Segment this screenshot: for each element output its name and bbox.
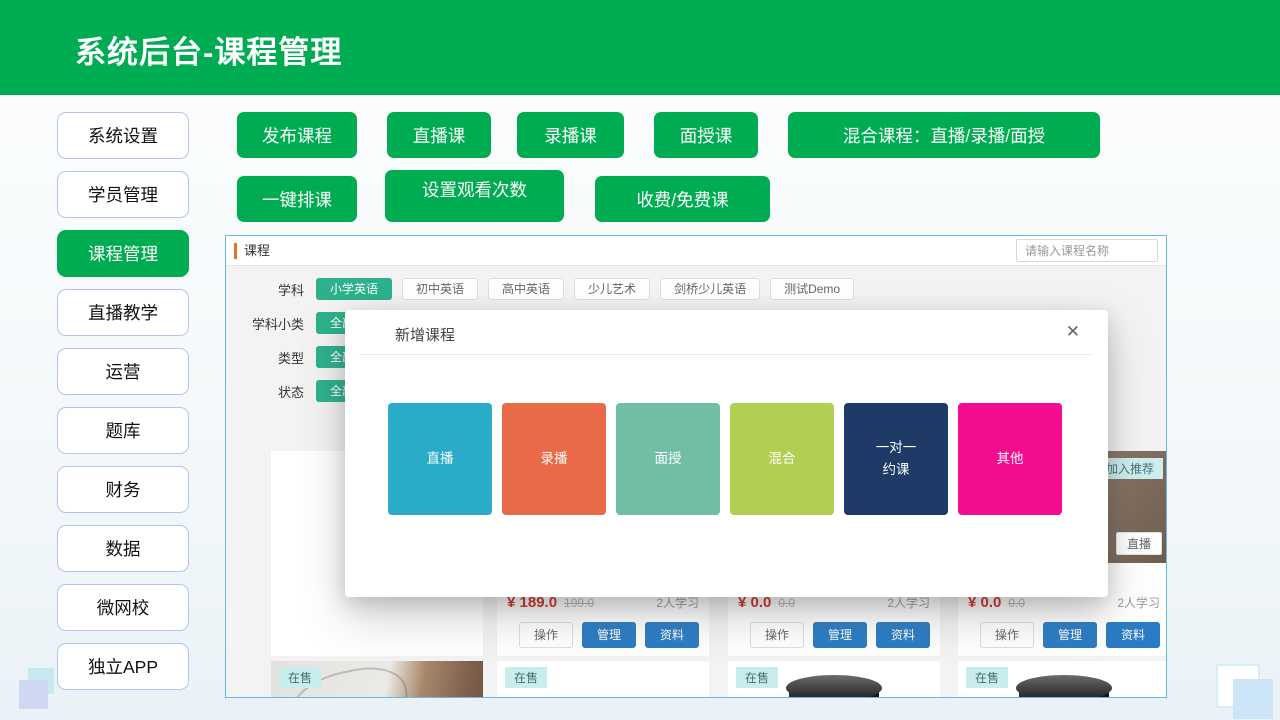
- filter-option-junior-english[interactable]: 初中英语: [402, 278, 478, 300]
- filter-option-test-demo[interactable]: 测试Demo: [770, 278, 854, 300]
- filter-option-senior-english[interactable]: 高中英语: [488, 278, 564, 300]
- sidebar-item-course-management[interactable]: 课程管理: [57, 230, 189, 277]
- filter-option-kids-art[interactable]: 少儿艺术: [574, 278, 650, 300]
- operate-button[interactable]: 操作: [980, 622, 1034, 648]
- filter-label: 类型: [226, 348, 304, 367]
- on-sale-badge: 在售: [966, 667, 1008, 688]
- manage-button[interactable]: 管理: [582, 622, 636, 648]
- new-course-modal: 新增课程 ✕ 直播 录播 面授 混合 一对一 约课 其他: [345, 310, 1108, 597]
- sidebar: 系统设置 学员管理 课程管理 直播教学 运营 题库 财务 数据 微网校 独立AP…: [57, 112, 189, 690]
- course-type-card-recorded[interactable]: 录播: [502, 403, 606, 515]
- course-card: 在售: [271, 661, 483, 698]
- feature-button-live-course[interactable]: 直播课: [387, 112, 491, 158]
- course-type-card-live[interactable]: 直播: [388, 403, 492, 515]
- feature-button-one-click-scheduling[interactable]: 一键排课: [237, 176, 357, 222]
- student-count: 2人学习: [1117, 594, 1160, 611]
- on-sale-badge: 在售: [736, 667, 778, 688]
- filter-row-subject: 学科 小学英语 初中英语 高中英语 少儿艺术 剑桥少儿英语 测试Demo: [226, 278, 1166, 300]
- manage-button[interactable]: 管理: [1043, 622, 1097, 648]
- operate-button[interactable]: 操作: [750, 622, 804, 648]
- operate-button[interactable]: 操作: [519, 622, 573, 648]
- page: 系统后台-课程管理 系统设置 学员管理 课程管理 直播教学 运营 题库 财务 数…: [0, 0, 1280, 720]
- filter-label: 状态: [226, 382, 304, 401]
- feature-button-paid-free-course[interactable]: 收费/免费课: [595, 176, 770, 222]
- modal-title: 新增课程: [395, 324, 455, 345]
- course-card: 在售 bridge English Qualifications: [497, 661, 709, 698]
- sidebar-item-question-bank[interactable]: 题库: [57, 407, 189, 454]
- course-card: 在售: [728, 661, 940, 698]
- feature-button-offline-course[interactable]: 面授课: [654, 112, 758, 158]
- course-search-input[interactable]: [1016, 239, 1158, 262]
- course-old-price: 0.0: [1008, 596, 1025, 610]
- material-button[interactable]: 资料: [876, 622, 930, 648]
- modal-divider: [359, 354, 1094, 355]
- course-type-card-other[interactable]: 其他: [958, 403, 1062, 515]
- material-button[interactable]: 资料: [645, 622, 699, 648]
- accent-bar: [234, 243, 237, 259]
- feature-button-mixed-course[interactable]: 混合课程：直播/录播/面授: [788, 112, 1100, 158]
- decoration-square: [1233, 679, 1273, 719]
- sidebar-item-live-teaching[interactable]: 直播教学: [57, 289, 189, 336]
- course-type-list: 直播 录播 面授 混合 一对一 约课 其他: [388, 403, 1062, 515]
- on-sale-badge: 在售: [505, 667, 547, 688]
- course-card: 在售: [958, 661, 1167, 698]
- filter-option-cambridge-kids-english[interactable]: 剑桥少儿英语: [660, 278, 760, 300]
- close-icon[interactable]: ✕: [1066, 322, 1080, 342]
- sidebar-item-standalone-app[interactable]: 独立APP: [57, 643, 189, 690]
- product-image: [786, 675, 882, 698]
- filter-option-primary-english[interactable]: 小学英语: [316, 278, 392, 300]
- filter-label: 学科: [226, 280, 304, 299]
- course-type-card-offline[interactable]: 面授: [616, 403, 720, 515]
- panel-header: 课程: [226, 236, 1166, 266]
- panel-title: 课程: [244, 236, 270, 266]
- course-old-price: 0.0: [778, 596, 795, 610]
- feature-button-recorded-course[interactable]: 录播课: [517, 112, 624, 158]
- manage-button[interactable]: 管理: [813, 622, 867, 648]
- course-type-card-one-on-one[interactable]: 一对一 约课: [844, 403, 948, 515]
- sidebar-item-student-management[interactable]: 学员管理: [57, 171, 189, 218]
- sidebar-item-micro-school[interactable]: 微网校: [57, 584, 189, 631]
- page-header: 系统后台-课程管理: [0, 0, 1280, 95]
- feature-button-view-count-setting[interactable]: 设置观看次数: [385, 170, 564, 222]
- page-title: 系统后台-课程管理: [75, 27, 342, 72]
- course-old-price: 199.0: [564, 596, 594, 610]
- course-type-card-mixed[interactable]: 混合: [730, 403, 834, 515]
- cambridge-text: English Qualifications: [614, 696, 709, 698]
- product-image: [1016, 675, 1112, 698]
- sidebar-item-finance[interactable]: 财务: [57, 466, 189, 513]
- on-sale-badge: 在售: [279, 667, 321, 688]
- material-button[interactable]: 资料: [1106, 622, 1160, 648]
- feature-button-publish-course[interactable]: 发布课程: [237, 112, 357, 158]
- sidebar-item-operations[interactable]: 运营: [57, 348, 189, 395]
- decoration-square: [19, 680, 48, 709]
- sidebar-item-data[interactable]: 数据: [57, 525, 189, 572]
- course-type-badge: 直播: [1116, 532, 1162, 555]
- filter-label: 学科小类: [226, 314, 304, 333]
- sidebar-item-system-settings[interactable]: 系统设置: [57, 112, 189, 159]
